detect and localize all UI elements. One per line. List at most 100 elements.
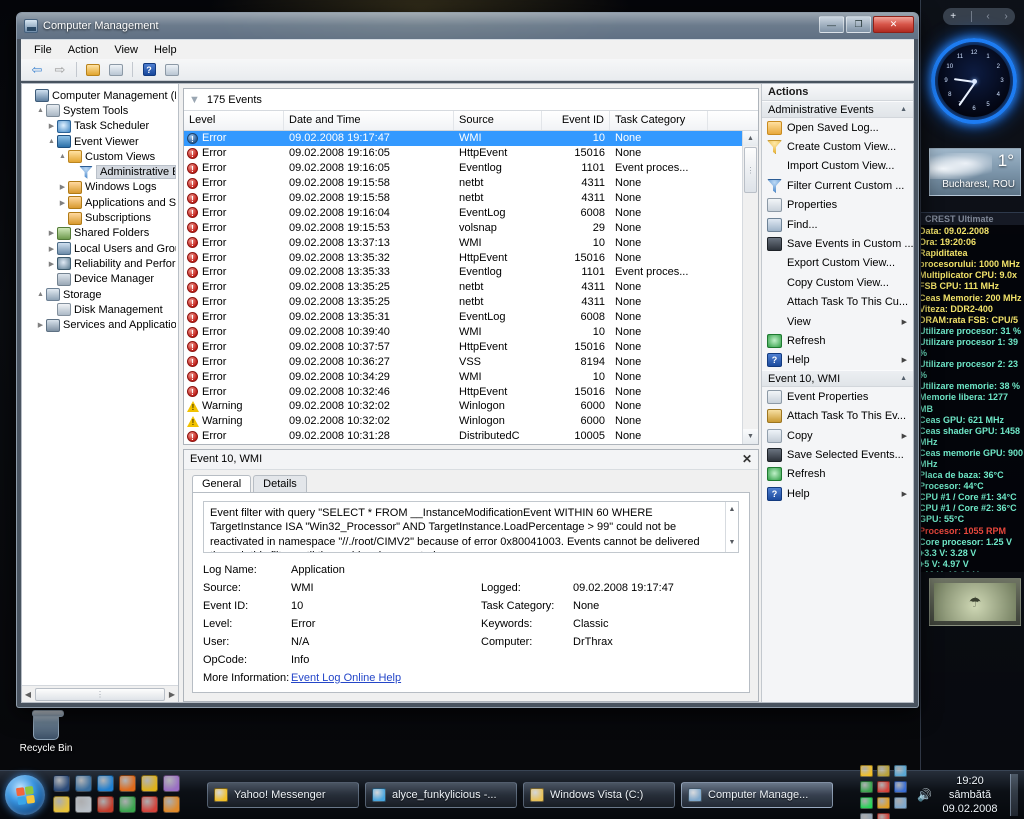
back-arrow-icon[interactable]: ⇦ (27, 61, 47, 79)
expand-arrow-icon[interactable]: ▶ (46, 122, 57, 130)
scroll-down-arrow-icon[interactable]: ▼ (743, 428, 758, 444)
tray-icons[interactable] (860, 764, 909, 819)
clock-gadget[interactable]: 121234567891011 (931, 38, 1017, 124)
taskbar-button-windows-vista-c[interactable]: Windows Vista (C:) (523, 782, 675, 808)
media-icon[interactable] (163, 775, 180, 792)
flash-icon[interactable] (860, 797, 874, 809)
column-header-source[interactable]: Source (454, 111, 542, 130)
action-item-properties[interactable]: Properties (762, 196, 913, 215)
table-row[interactable]: ! Error 09.02.2008 10:34:29 WMI 10 None (184, 369, 742, 384)
table-row[interactable]: ! Error 09.02.2008 19:16:05 Eventlog 1101 Eve… (184, 161, 742, 176)
action-item-create-custom-view[interactable]: Create Custom View... (762, 137, 913, 156)
start-button[interactable] (5, 775, 45, 815)
actions-pane[interactable]: Actions Administrative Events ▲ Open Saved… (761, 84, 914, 702)
column-header-level[interactable]: Level (184, 111, 284, 130)
action-item-view[interactable]: View ▶ (762, 312, 913, 331)
table-row[interactable]: ! Error 09.02.2008 19:17:47 WMI 10 None (184, 131, 742, 146)
tree-node-subscriptions[interactable]: Subscriptions (24, 210, 178, 225)
maximize-button[interactable]: ❐ (846, 16, 871, 33)
table-row[interactable]: Warning 09.02.2008 10:32:02 Winlogon 6000 No… (184, 414, 742, 429)
menu-item-action[interactable]: Action (61, 42, 106, 58)
table-row[interactable]: ! Error 09.02.2008 10:39:40 WMI 10 None (184, 325, 742, 340)
table-row[interactable]: ! Error 09.02.2008 10:37:57 HttpEvent 15016 N… (184, 339, 742, 354)
app-icon-5[interactable] (141, 796, 158, 813)
event-details-tabs[interactable]: General Details (184, 470, 758, 492)
app-icon-6[interactable] (163, 796, 180, 813)
action-item-find[interactable]: Find... (762, 215, 913, 234)
tree-node-storage[interactable]: ▲ Storage (24, 287, 178, 302)
prev-gadget-button[interactable]: ‹ (986, 11, 989, 22)
console-tree[interactable]: Computer Management (Local ▲ System Tools ▶… (22, 84, 178, 685)
close-icon[interactable]: ✕ (742, 452, 752, 466)
menu-item-file[interactable]: File (27, 42, 59, 58)
table-row[interactable]: ! Error 09.02.2008 10:31:28 DistributedC 100… (184, 429, 742, 444)
taskbar-task-buttons[interactable]: Yahoo! Messenger alyce_funkylicious -... W… (207, 782, 833, 808)
app-icon-4[interactable] (119, 796, 136, 813)
tree-node-windows-logs[interactable]: ▶ Windows Logs (24, 180, 178, 195)
expand-arrow-icon[interactable]: ▶ (57, 183, 68, 191)
events-column-header[interactable]: Level Date and Time Source Event ID Task Cat… (184, 111, 758, 131)
expand-arrow-icon[interactable]: ▶ (46, 245, 57, 253)
events-rows-wrapper[interactable]: ! Error 09.02.2008 19:17:47 WMI 10 None ! Error… (184, 131, 758, 444)
event-log-online-help-link[interactable]: Event Log Online Help (291, 672, 739, 684)
speaker-icon[interactable] (894, 797, 908, 809)
tab-details[interactable]: Details (253, 474, 307, 492)
chevron-up-icon[interactable]: ▲ (900, 106, 907, 113)
tree-node-event-viewer[interactable]: ▲ Event Viewer (24, 134, 178, 149)
show-desktop-icon[interactable] (53, 775, 70, 792)
action-item-event-properties[interactable]: Event Properties (762, 387, 913, 406)
expand-arrow-icon[interactable]: ▶ (46, 229, 57, 237)
scrollbar-track[interactable] (743, 194, 758, 429)
quick-launch-bar[interactable] (53, 775, 182, 815)
action-item-export-custom-view[interactable]: Export Custom View... (762, 254, 913, 273)
expand-arrow-icon[interactable]: ▶ (57, 199, 68, 207)
action-item-attach-task-to-this-ev[interactable]: Attach Task To This Ev... (762, 406, 913, 425)
firefox-icon[interactable] (119, 775, 136, 792)
scroll-up-arrow-icon[interactable]: ▲ (729, 503, 736, 518)
yahoo-icon[interactable] (860, 765, 874, 777)
tool-bar[interactable]: ⇦ ⇨ ? (21, 59, 914, 81)
scroll-left-arrow-icon[interactable]: ◀ (23, 690, 33, 699)
menu-item-help[interactable]: Help (147, 42, 184, 58)
window-titlebar[interactable]: Computer Management — ❐ ✕ (17, 13, 918, 39)
action-item-refresh[interactable]: Refresh (762, 465, 913, 484)
tab-general[interactable]: General (192, 474, 252, 492)
desktop[interactable]: + ‹ › 121234567891011 1° Bucharest, ROU … (0, 0, 1024, 770)
action-item-save-selected-events[interactable]: Save Selected Events... (762, 445, 913, 464)
taskbar[interactable]: Yahoo! Messenger alyce_funkylicious -... W… (0, 765, 1024, 819)
internet-explorer-icon[interactable] (97, 775, 114, 792)
add-gadget-button[interactable]: + (950, 11, 956, 22)
audio-icon[interactable] (860, 813, 874, 819)
description-scrollbar[interactable]: ▲ ▼ (725, 501, 738, 552)
action-item-open-saved-log[interactable]: Open Saved Log... (762, 118, 913, 137)
table-row[interactable]: ! Error 09.02.2008 13:35:31 EventLog 6008 Non… (184, 310, 742, 325)
show-desktop-button[interactable] (1010, 774, 1018, 816)
table-row[interactable]: ! Error 09.02.2008 13:35:25 netbt 4311 None (184, 280, 742, 295)
action-item-import-custom-view[interactable]: Import Custom View... (762, 157, 913, 176)
actions-group-administrative-events[interactable]: Administrative Events ▲ Open Saved Log... C… (762, 101, 914, 370)
close-button[interactable]: ✕ (873, 16, 914, 33)
scroll-up-arrow-icon[interactable]: ▲ (743, 131, 758, 146)
show-hide-tree-icon[interactable] (106, 61, 126, 79)
table-row[interactable]: ! Error 09.02.2008 19:16:04 EventLog 6008 Non… (184, 205, 742, 220)
tree-node-custom-views[interactable]: ▲ Custom Views (24, 149, 178, 164)
column-header-task-category[interactable]: Task Category (610, 111, 708, 130)
collapse-arrow-icon[interactable]: ▲ (46, 138, 57, 145)
next-gadget-button[interactable]: › (1004, 11, 1007, 22)
action-item-help[interactable]: ? Help ▶ (762, 484, 913, 503)
chevron-up-icon[interactable]: ▲ (900, 375, 907, 382)
tree-node-task-scheduler[interactable]: ▶ Task Scheduler (24, 119, 178, 134)
export-list-icon[interactable] (162, 61, 182, 79)
tree-node-system-tools[interactable]: ▲ System Tools (24, 103, 178, 118)
tree-node-disk-management[interactable]: Disk Management (24, 302, 178, 317)
forward-arrow-icon[interactable]: ⇨ (50, 61, 70, 79)
tree-node-services-and-applications[interactable]: ▶ Services and Applications (24, 317, 178, 332)
table-row[interactable]: ! Error 09.02.2008 13:35:32 HttpEvent 15016 N… (184, 250, 742, 265)
help-icon[interactable]: ? (139, 61, 159, 79)
events-rows[interactable]: ! Error 09.02.2008 19:17:47 WMI 10 None ! Error… (184, 131, 742, 444)
tree-node-computer-management-local[interactable]: Computer Management (Local (24, 88, 178, 103)
events-vertical-scrollbar[interactable]: ▲ ⋮ ▼ (742, 131, 758, 444)
tree-node-reliability-and-performa[interactable]: ▶ Reliability and Performa (24, 256, 178, 271)
action-item-refresh[interactable]: Refresh (762, 331, 913, 350)
action-item-attach-task-to-this-cu[interactable]: Attach Task To This Cu... (762, 293, 913, 312)
